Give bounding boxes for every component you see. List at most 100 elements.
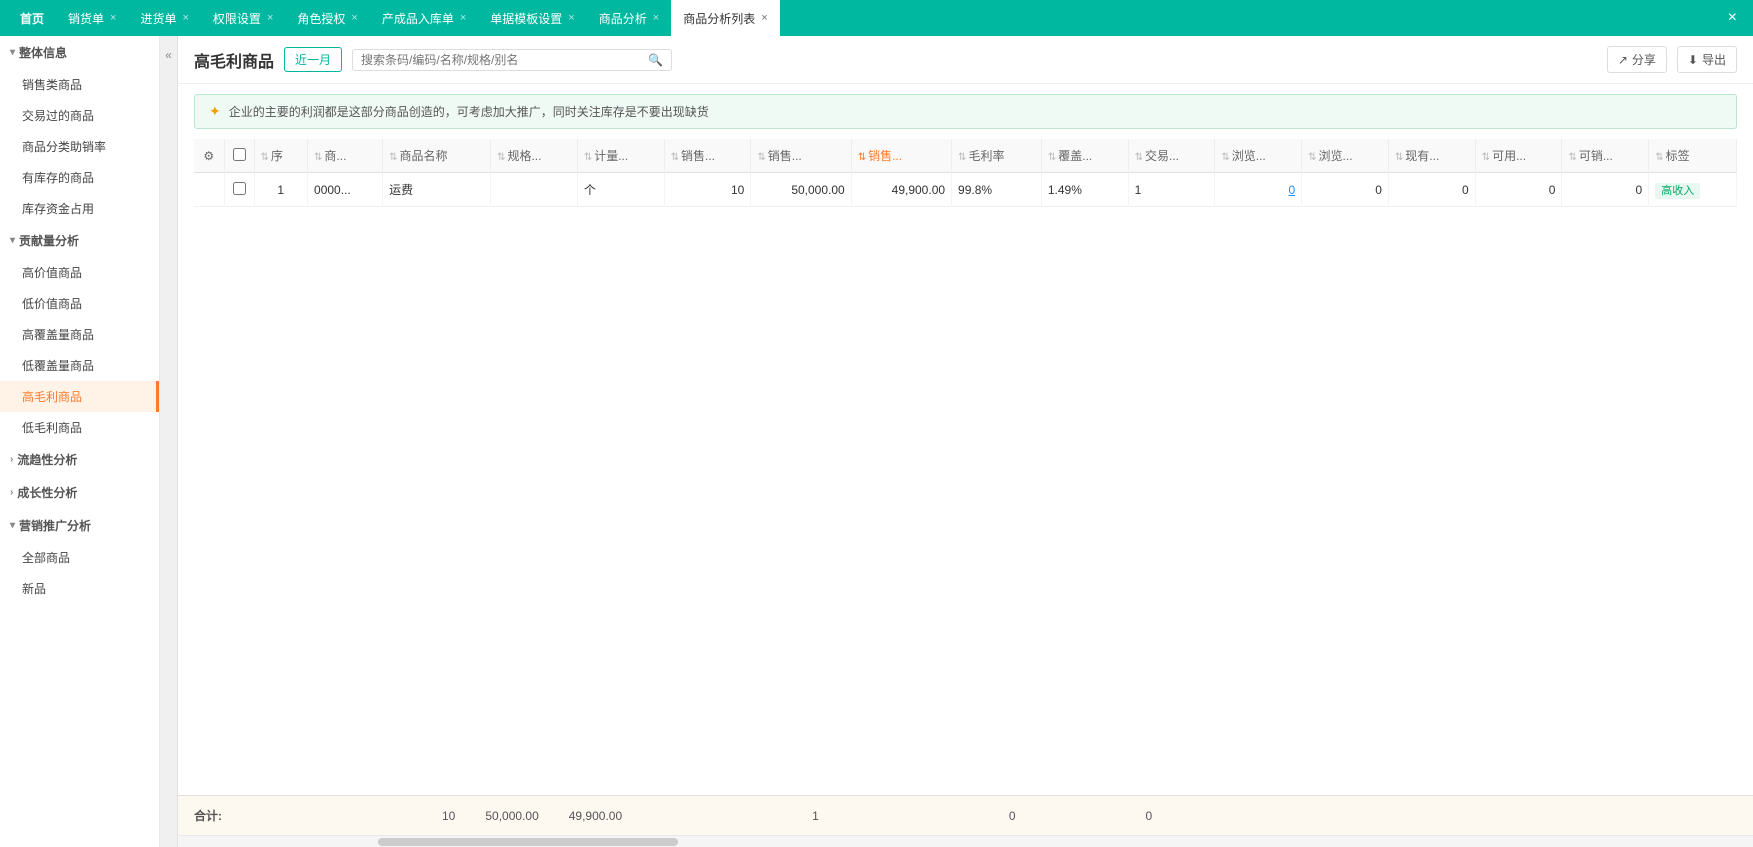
sidebar-item-sales-goods[interactable]: 销售类商品 xyxy=(0,69,159,100)
sidebar-item-category-rate[interactable]: 商品分类助销率 xyxy=(0,131,159,162)
col-browse1: ⇅浏览... xyxy=(1215,139,1302,173)
footer-available: 0 xyxy=(1146,809,1153,823)
table-header-row: ⚙ ⇅序 ⇅商... ⇅商品名称 ⇅规格... ⇅计量... ⇅销售... ⇅销… xyxy=(194,139,1737,173)
sidebar-group-trend[interactable]: › 流趋性分析 xyxy=(0,443,159,476)
arrow-right-icon-2: › xyxy=(10,487,13,498)
arrow-right-icon: › xyxy=(10,454,13,465)
col-current-stock: ⇅现有... xyxy=(1388,139,1475,173)
sidebar-item-low-margin[interactable]: 低毛利商品 xyxy=(0,412,159,443)
row-sellable: 0 xyxy=(1562,173,1649,207)
footer-label: 合计: xyxy=(194,807,222,824)
table-container: ⚙ ⇅序 ⇅商... ⇅商品名称 ⇅规格... ⇅计量... ⇅销售... ⇅销… xyxy=(178,139,1753,795)
content-area: 高毛利商品 近一月 🔍 ↗ 分享 ⬇ 导出 ✦ 企业的主要的利润都是这部分商品创… xyxy=(178,36,1753,847)
data-table: ⚙ ⇅序 ⇅商... ⇅商品名称 ⇅规格... ⇅计量... ⇅销售... ⇅销… xyxy=(194,139,1737,207)
row-checkbox xyxy=(224,173,254,207)
nav-close-all[interactable]: × xyxy=(1720,9,1745,27)
sidebar-group-growth[interactable]: › 成长性分析 xyxy=(0,476,159,509)
row-unit: 个 xyxy=(577,173,664,207)
sidebar-item-new-goods[interactable]: 新品 xyxy=(0,573,159,604)
nav-tab-template[interactable]: 单据模板设置 × xyxy=(478,0,586,36)
footer-sale-profit: 49,900.00 xyxy=(569,809,622,823)
info-banner: ✦ 企业的主要的利润都是这部分商品创造的，可考虑加大推广，同时关注库存是不要出现… xyxy=(194,94,1737,129)
main-layout: ▾ 整体信息 销售类商品 交易过的商品 商品分类助销率 有库存的商品 库存资金占… xyxy=(0,36,1753,847)
row-spec xyxy=(491,173,578,207)
nav-tab-analysis-list[interactable]: 商品分析列表 × xyxy=(671,0,779,36)
row-gear xyxy=(194,173,224,207)
row-select-checkbox[interactable] xyxy=(233,182,246,195)
sidebar-item-low-value[interactable]: 低价值商品 xyxy=(0,288,159,319)
sidebar-item-high-value[interactable]: 高价值商品 xyxy=(0,257,159,288)
sidebar-collapse-button[interactable]: « xyxy=(160,36,178,847)
row-qty: 10 xyxy=(664,173,751,207)
close-purchase-tab[interactable]: × xyxy=(182,12,188,24)
footer-total: 合计: 10 50,000.00 49,900.00 1 0 0 xyxy=(178,795,1753,835)
sidebar-item-stock-capital[interactable]: 库存资金占用 xyxy=(0,193,159,224)
sidebar-group-marketing[interactable]: ▾ 营销推广分析 xyxy=(0,509,159,542)
sidebar-item-high-margin[interactable]: 高毛利商品 xyxy=(0,381,159,412)
chevron-left-icon: « xyxy=(165,48,172,62)
row-trade: 1 xyxy=(1128,173,1215,207)
top-nav: 首页 销货单 × 进货单 × 权限设置 × 角色授权 × 产成品入库单 × 单据… xyxy=(0,0,1753,36)
search-input[interactable] xyxy=(361,53,648,67)
page-title: 高毛利商品 xyxy=(194,48,274,72)
sidebar-item-in-stock[interactable]: 有库存的商品 xyxy=(0,162,159,193)
nav-tab-permissions[interactable]: 权限设置 × xyxy=(201,0,285,36)
row-browse1: 0 xyxy=(1215,173,1302,207)
export-icon: ⬇ xyxy=(1688,53,1698,67)
col-code: ⇅商... xyxy=(308,139,383,173)
sidebar-item-low-coverage[interactable]: 低覆盖量商品 xyxy=(0,350,159,381)
search-icon[interactable]: 🔍 xyxy=(648,53,663,67)
sidebar-group-overall[interactable]: ▾ 整体信息 xyxy=(0,36,159,69)
select-all-checkbox[interactable] xyxy=(233,148,246,161)
col-gear[interactable]: ⚙ xyxy=(194,139,224,173)
nav-tab-product-analysis[interactable]: 商品分析 × xyxy=(587,0,671,36)
nav-tab-roles[interactable]: 角色授权 × xyxy=(285,0,369,36)
period-button[interactable]: 近一月 xyxy=(284,47,342,72)
sidebar-item-high-coverage[interactable]: 高覆盖量商品 xyxy=(0,319,159,350)
close-template-tab[interactable]: × xyxy=(568,12,574,24)
row-gross-margin: 99.8% xyxy=(952,173,1042,207)
browse1-link[interactable]: 0 xyxy=(1288,183,1295,197)
row-tag: 高收入 xyxy=(1649,173,1737,207)
tag-badge: 高收入 xyxy=(1655,183,1700,199)
col-trade: ⇅交易... xyxy=(1128,139,1215,173)
col-qty: ⇅销售... xyxy=(664,139,751,173)
export-button[interactable]: ⬇ 导出 xyxy=(1677,46,1737,73)
sidebar-item-traded-goods[interactable]: 交易过的商品 xyxy=(0,100,159,131)
close-analysis-list-tab[interactable]: × xyxy=(761,12,767,24)
scrollbar-thumb[interactable] xyxy=(378,838,678,846)
close-product-entry-tab[interactable]: × xyxy=(460,12,466,24)
share-icon: ↗ xyxy=(1618,53,1628,67)
nav-tab-purchase[interactable]: 进货单 × xyxy=(128,0,200,36)
col-sellable: ⇅可销... xyxy=(1562,139,1649,173)
row-index: 1 xyxy=(254,173,308,207)
share-button[interactable]: ↗ 分享 xyxy=(1607,46,1667,73)
sidebar-item-all-goods[interactable]: 全部商品 xyxy=(0,542,159,573)
sidebar-group-contribution[interactable]: ▾ 贡献量分析 xyxy=(0,224,159,257)
col-name: ⇅商品名称 xyxy=(383,139,491,173)
col-available: ⇅可用... xyxy=(1475,139,1562,173)
col-sale-profit: ⇅销售... xyxy=(851,139,951,173)
nav-tab-sales[interactable]: 销货单 × xyxy=(56,0,128,36)
horizontal-scrollbar[interactable] xyxy=(178,835,1753,847)
arrow-down-icon: ▾ xyxy=(10,47,15,58)
close-analysis-tab[interactable]: × xyxy=(653,12,659,24)
col-index: ⇅序 xyxy=(254,139,308,173)
footer-sale-amt: 50,000.00 xyxy=(485,809,538,823)
row-sale-amt: 50,000.00 xyxy=(751,173,851,207)
col-unit: ⇅计量... xyxy=(577,139,664,173)
arrow-down-icon-2: ▾ xyxy=(10,235,15,246)
close-roles-tab[interactable]: × xyxy=(351,12,357,24)
row-browse2: 0 xyxy=(1302,173,1389,207)
close-sales-tab[interactable]: × xyxy=(110,12,116,24)
content-header: 高毛利商品 近一月 🔍 ↗ 分享 ⬇ 导出 xyxy=(178,36,1753,84)
col-coverage: ⇅覆盖... xyxy=(1041,139,1128,173)
nav-tab-home[interactable]: 首页 xyxy=(8,0,56,36)
nav-tab-product-entry[interactable]: 产成品入库单 × xyxy=(370,0,478,36)
search-box: 🔍 xyxy=(352,49,672,71)
row-code[interactable]: 0000... xyxy=(308,173,383,207)
footer-qty: 10 xyxy=(442,809,455,823)
col-spec: ⇅规格... xyxy=(491,139,578,173)
close-permissions-tab[interactable]: × xyxy=(267,12,273,24)
row-name: 运费 xyxy=(383,173,491,207)
